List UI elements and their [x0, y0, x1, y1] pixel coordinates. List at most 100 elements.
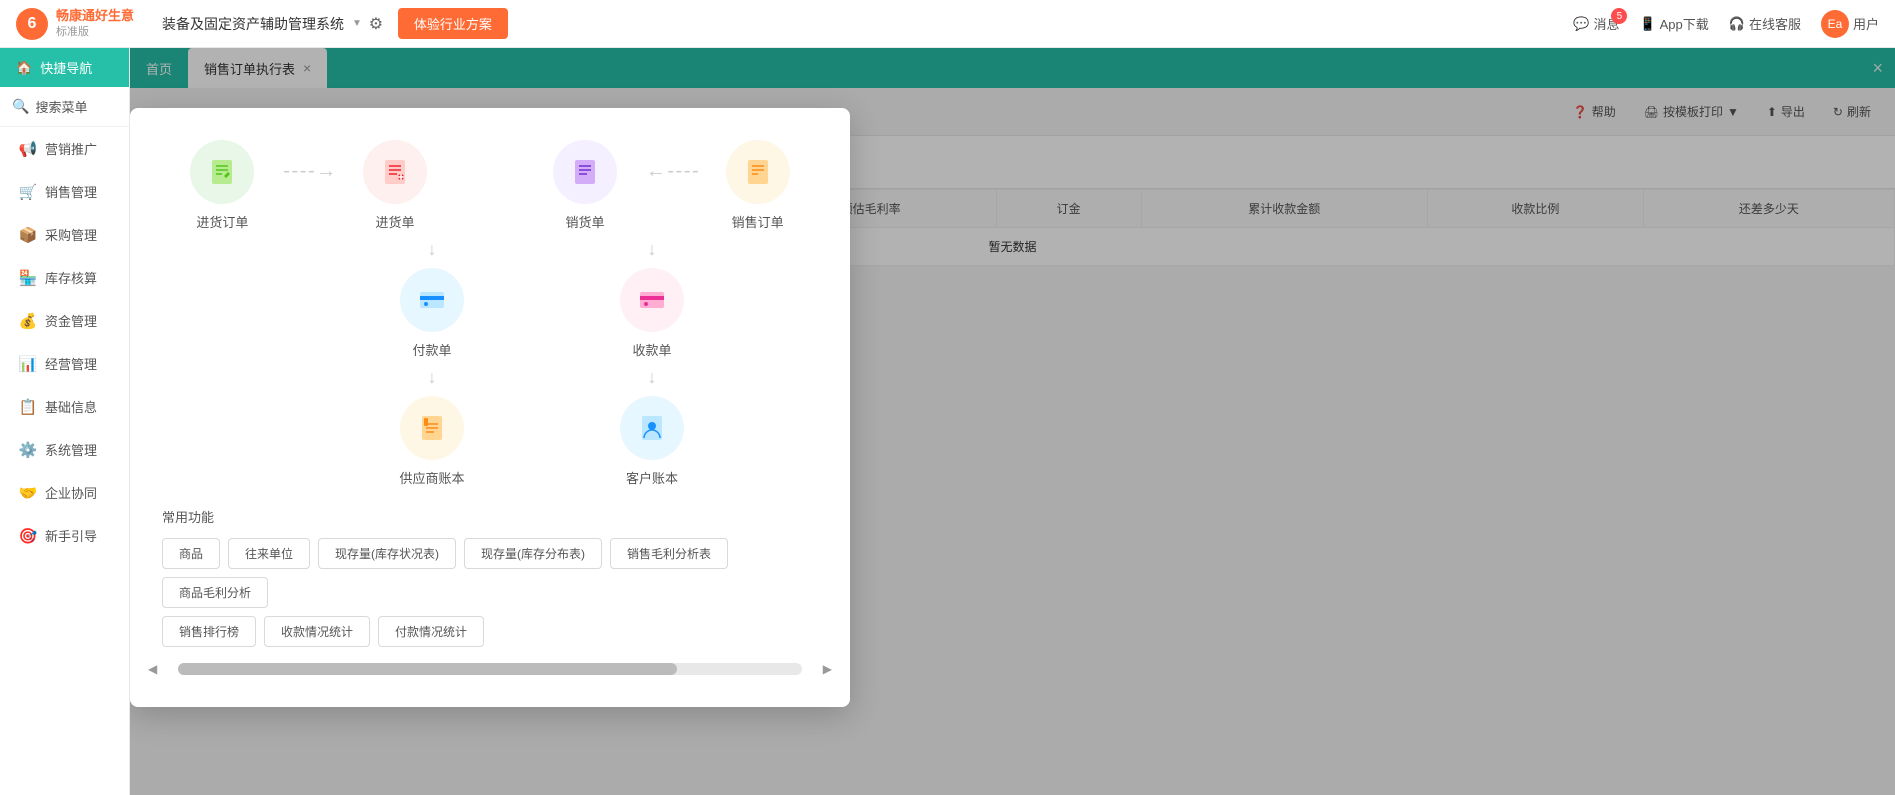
- func-btn-product-profit[interactable]: 商品毛利分析: [162, 577, 268, 608]
- payment-out-icon: [400, 268, 464, 332]
- customer-ledger-icon: [620, 396, 684, 460]
- common-functions-section: 常用功能 商品 往来单位 现存量(库存状况表) 现存量(库存分布表) 销售毛利分…: [162, 507, 818, 647]
- sale-label: 销货单: [565, 212, 604, 231]
- common-buttons-grid: 商品 往来单位 现存量(库存状况表) 现存量(库存分布表) 销售毛利分析表 商品…: [162, 538, 818, 608]
- newbie-icon: 🎯: [19, 527, 37, 545]
- system-title: 装备及固定资产辅助管理系统 ▼: [162, 14, 362, 34]
- arrow-dash-1: - - - - →: [283, 160, 335, 211]
- purchase-icon: [363, 140, 427, 204]
- sale-icon: [553, 140, 617, 204]
- sidebar-item-finance[interactable]: 💰 资金管理: [0, 299, 129, 342]
- supplier-ledger-icon: [400, 396, 464, 460]
- headset-icon: 🎧: [1729, 16, 1745, 32]
- scroll-right-icon[interactable]: ▶: [823, 662, 832, 676]
- supplier-ledger-label: 供应商账本: [399, 468, 464, 487]
- search-icon: 🔍: [12, 98, 29, 115]
- purchase-icon: 📦: [19, 226, 37, 244]
- message-badge: 5: [1611, 8, 1627, 24]
- func-btn-partner[interactable]: 往来单位: [228, 538, 310, 569]
- management-icon: 📊: [19, 355, 37, 373]
- flow-node-payment-out[interactable]: 付款单: [362, 268, 502, 359]
- search-menu-item[interactable]: 🔍 搜索菜单: [0, 87, 129, 127]
- purchase-order-label: 进货订单: [196, 212, 248, 231]
- flow-node-purchase-order[interactable]: 进货订单: [162, 140, 283, 231]
- scroll-left-icon[interactable]: ◀: [148, 662, 157, 676]
- main-area: 🏠 快捷导航 🔍 搜索菜单 📢 营销推广 🛒 销售管理 📦 采购管理: [0, 48, 1895, 795]
- purchase-label: 进货单: [376, 212, 415, 231]
- func-btn-receipt-stats[interactable]: 收款情况统计: [264, 616, 370, 647]
- sidebar-item-inventory[interactable]: 🏪 库存核算: [0, 256, 129, 299]
- flow-node-supplier-ledger[interactable]: 供应商账本: [362, 396, 502, 487]
- down-arrow-purchase: ↓: [362, 239, 502, 260]
- user-menu-button[interactable]: Ea 用户: [1821, 10, 1879, 38]
- flow-node-purchase[interactable]: 进货单: [335, 140, 456, 231]
- flow-node-sale[interactable]: 销货单: [525, 140, 646, 231]
- avatar: Ea: [1821, 10, 1849, 38]
- modal-scrollbar-thumb: [178, 663, 677, 675]
- modal-scrollbar-area: ◀ ▶: [162, 663, 818, 675]
- func-btn-stock-status[interactable]: 现存量(库存状况表): [318, 538, 456, 569]
- sidebar-item-basic-info[interactable]: 📋 基础信息: [0, 385, 129, 428]
- top-bar: 6 畅康通好生意 标准版 装备及固定资产辅助管理系统 ▼ ⚙ 体验行业方案 💬 …: [0, 0, 1895, 48]
- sale-order-icon: [726, 140, 790, 204]
- common-title: 常用功能: [162, 507, 818, 526]
- flow-node-customer-ledger[interactable]: 客户账本: [582, 396, 722, 487]
- online-service-button[interactable]: 🎧 在线客服: [1729, 14, 1801, 33]
- sidebar-item-marketing[interactable]: 📢 营销推广: [0, 127, 129, 170]
- sidebar-item-purchase[interactable]: 📦 采购管理: [0, 213, 129, 256]
- sidebar-item-sales[interactable]: 🛒 销售管理: [0, 170, 129, 213]
- func-btn-payment-stats[interactable]: 付款情况统计: [378, 616, 484, 647]
- inventory-icon: 🏪: [19, 269, 37, 287]
- payment-in-icon: [620, 268, 684, 332]
- func-btn-stock-dist[interactable]: 现存量(库存分布表): [464, 538, 602, 569]
- system-icon: ⚙️: [19, 441, 37, 459]
- system-dropdown-arrow-icon[interactable]: ▼: [352, 18, 362, 29]
- app-download-button[interactable]: 📱 App下载: [1639, 14, 1708, 33]
- down-arrow-payment-out: ↓: [362, 367, 502, 388]
- messages-button[interactable]: 💬 消息 5: [1573, 14, 1619, 33]
- modal-overlay[interactable]: 进货订单 - - - - → 进货单: [130, 48, 1895, 795]
- settings-icon[interactable]: ⚙: [362, 10, 390, 38]
- arrow-dash-2: ← - - - -: [645, 160, 697, 211]
- sale-order-label: 销售订单: [732, 212, 784, 231]
- payment-in-label: 收款单: [632, 340, 671, 359]
- flow-arrows-down-2: ↓ ↓: [162, 367, 818, 388]
- marketing-icon: 📢: [19, 140, 37, 158]
- basic-info-icon: 📋: [19, 398, 37, 416]
- logo-area: 6 畅康通好生意 标准版: [16, 8, 146, 40]
- modal-scrollbar[interactable]: [178, 663, 802, 675]
- sidebar-item-management[interactable]: 📊 经营管理: [0, 342, 129, 385]
- content-area: 首页 销售订单执行表 × × ❓ 帮助 🖨 按模板打印 ▼: [130, 48, 1895, 795]
- flow-diagram: 进货订单 - - - - → 进货单: [162, 140, 818, 487]
- func-btn-sale-profit[interactable]: 销售毛利分析表: [610, 538, 728, 569]
- flow-row-1: 进货订单 - - - - → 进货单: [162, 140, 818, 231]
- flow-modal: 进货订单 - - - - → 进货单: [130, 108, 850, 707]
- purchase-order-icon: [190, 140, 254, 204]
- payment-out-label: 付款单: [412, 340, 451, 359]
- phone-icon: 📱: [1639, 16, 1655, 32]
- trial-button[interactable]: 体验行业方案: [398, 8, 508, 39]
- flow-node-payment-in[interactable]: 收款单: [582, 268, 722, 359]
- home-icon: 🏠: [16, 60, 32, 76]
- func-btn-product[interactable]: 商品: [162, 538, 220, 569]
- flow-row-2: 付款单 收款单: [162, 268, 818, 359]
- down-arrow-payment-in: ↓: [582, 367, 722, 388]
- sidebar-nav: 📢 营销推广 🛒 销售管理 📦 采购管理 🏪 库存核算 💰 资金管: [0, 127, 129, 557]
- cooperation-icon: 🤝: [19, 484, 37, 502]
- flow-node-sale-order[interactable]: 销售订单: [697, 140, 818, 231]
- sales-icon: 🛒: [19, 183, 37, 201]
- func-btn-sales-rank[interactable]: 销售排行榜: [162, 616, 256, 647]
- down-arrow-sale: ↓: [582, 239, 722, 260]
- common-buttons-grid-2: 销售排行榜 收款情况统计 付款情况统计: [162, 616, 818, 647]
- sidebar-item-quick-nav[interactable]: 🏠 快捷导航: [0, 48, 129, 87]
- sidebar-item-newbie[interactable]: 🎯 新手引导: [0, 514, 129, 557]
- message-icon: 💬: [1573, 16, 1589, 32]
- logo-sub-text: 标准版: [56, 25, 134, 39]
- logo-main-text: 畅康通好生意: [56, 8, 134, 25]
- customer-ledger-label: 客户账本: [626, 468, 678, 487]
- finance-icon: 💰: [19, 312, 37, 330]
- sidebar-item-system[interactable]: ⚙️ 系统管理: [0, 428, 129, 471]
- sidebar-item-cooperation[interactable]: 🤝 企业协同: [0, 471, 129, 514]
- flow-arrows-down: ↓ ↓: [162, 239, 818, 260]
- flow-row-3: 供应商账本 客户账本: [162, 396, 818, 487]
